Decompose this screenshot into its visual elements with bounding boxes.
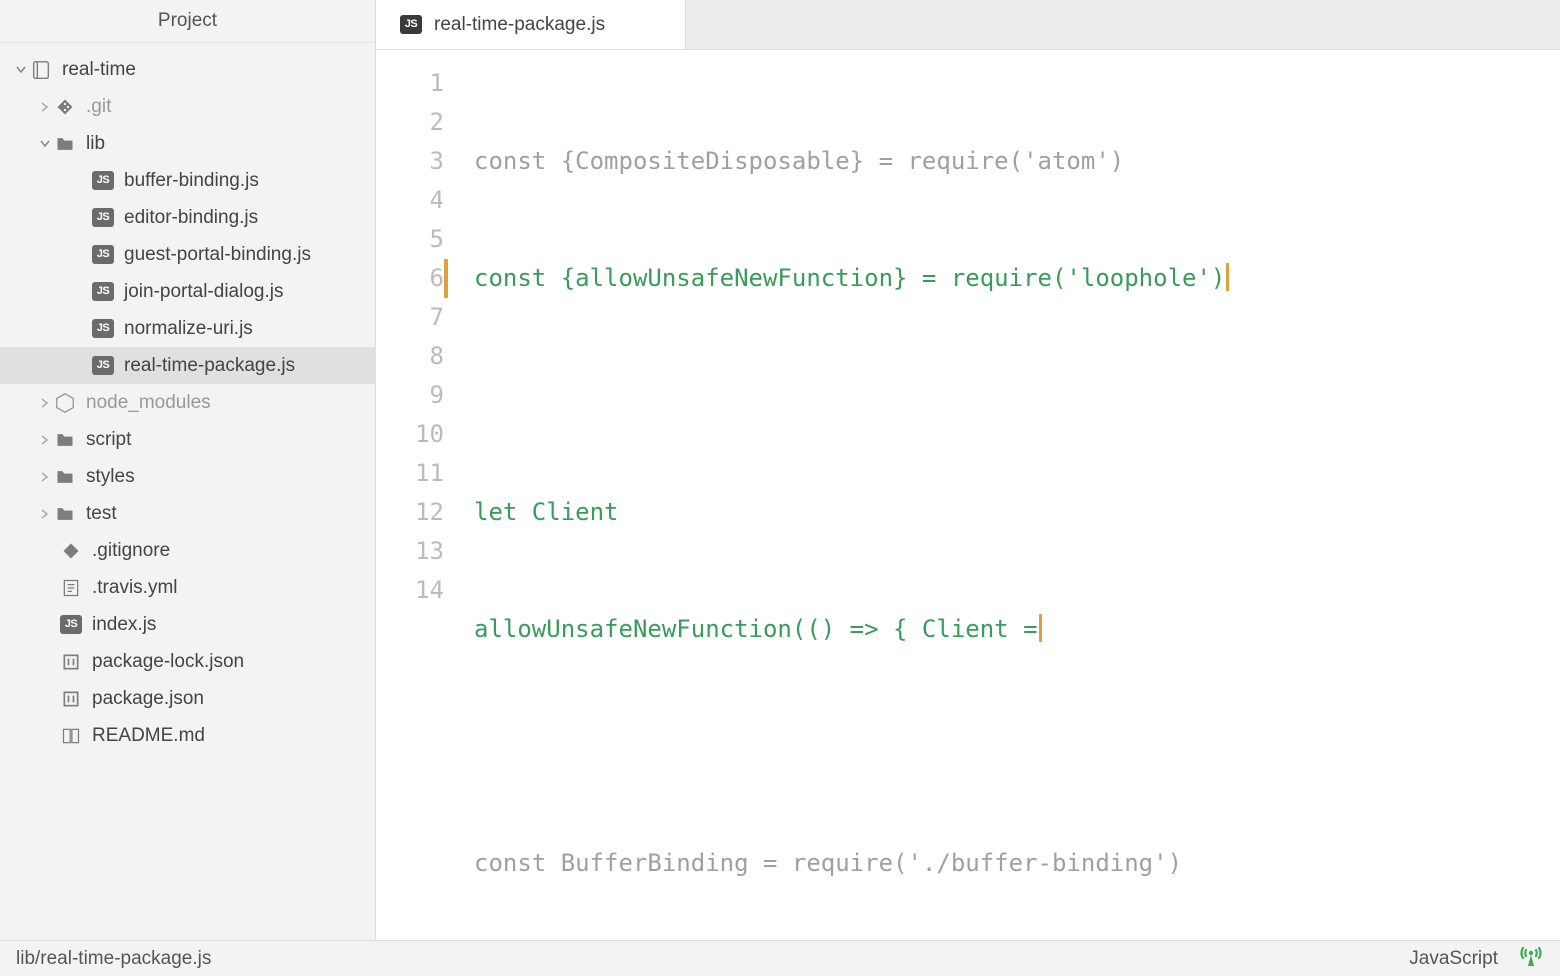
tree-folder-node-modules[interactable]: node_modules — [0, 384, 375, 421]
tree-label: buffer-binding.js — [124, 170, 259, 192]
js-icon: JS — [92, 318, 114, 340]
tree-file[interactable]: JS guest-portal-binding.js — [0, 236, 375, 273]
sidebar-title: Project — [0, 0, 375, 43]
code-line-4: let Client — [474, 498, 619, 526]
tree-file-package-lock[interactable]: package-lock.json — [0, 643, 375, 680]
code-content[interactable]: const {CompositeDisposable} = require('a… — [474, 64, 1560, 940]
chevron-down-icon[interactable] — [36, 139, 54, 149]
tab-bar: JS real-time-package.js — [376, 0, 1560, 50]
tree-file[interactable]: JS buffer-binding.js — [0, 162, 375, 199]
status-language[interactable]: JavaScript — [1409, 948, 1498, 970]
tree-label: index.js — [92, 614, 156, 636]
tree-file-gitignore[interactable]: .gitignore — [0, 532, 375, 569]
chevron-right-icon[interactable] — [36, 102, 54, 112]
js-icon: JS — [92, 207, 114, 229]
code-editor[interactable]: 1 2 3 4 5 6 7 8 9 10 11 12 13 14 const {… — [376, 50, 1560, 940]
tree-label: package.json — [92, 688, 204, 710]
folder-icon — [54, 133, 76, 155]
git-icon — [60, 540, 82, 562]
js-icon: JS — [92, 355, 114, 377]
tree-file[interactable]: JS editor-binding.js — [0, 199, 375, 236]
tree-file[interactable]: JS join-portal-dialog.js — [0, 273, 375, 310]
code-line-7: const BufferBinding = require('./buffer-… — [474, 849, 1182, 877]
teletype-icon[interactable] — [1518, 944, 1544, 974]
tree-folder-test[interactable]: test — [0, 495, 375, 532]
book-icon — [60, 725, 82, 747]
code-line-5: allowUnsafeNewFunction(() => { Client = — [474, 615, 1038, 643]
tree-label: README.md — [92, 725, 205, 747]
code-line-1: const {CompositeDisposable} = require('a… — [474, 147, 1124, 175]
folder-icon — [54, 466, 76, 488]
tree-label: package-lock.json — [92, 651, 244, 673]
chevron-right-icon[interactable] — [36, 472, 54, 482]
chevron-down-icon[interactable] — [12, 65, 30, 75]
js-icon: JS — [92, 281, 114, 303]
tree-label: join-portal-dialog.js — [124, 281, 283, 303]
tree-folder-lib[interactable]: lib — [0, 125, 375, 162]
tree-file-readme[interactable]: README.md — [0, 717, 375, 754]
status-bar: lib/real-time-package.js JavaScript — [0, 940, 1560, 976]
editor-area: JS real-time-package.js 1 2 3 4 5 6 7 8 … — [376, 0, 1560, 940]
js-icon: JS — [92, 244, 114, 266]
tree-label: guest-portal-binding.js — [124, 244, 311, 266]
tree-file-active[interactable]: JS real-time-package.js — [0, 347, 375, 384]
js-icon: JS — [400, 14, 422, 36]
tree-file-package-json[interactable]: package.json — [0, 680, 375, 717]
repo-icon — [30, 59, 52, 81]
tree-label: script — [86, 429, 131, 451]
remote-cursor-orange — [1226, 263, 1229, 291]
tree-label: node_modules — [86, 392, 211, 414]
tree-label: editor-binding.js — [124, 207, 258, 229]
chevron-right-icon[interactable] — [36, 509, 54, 519]
tree-file-travis[interactable]: .travis.yml — [0, 569, 375, 606]
remote-cursor-orange — [1039, 614, 1042, 642]
tree-folder-git[interactable]: .git — [0, 88, 375, 125]
folder-icon — [54, 429, 76, 451]
tree-file-index[interactable]: JS index.js — [0, 606, 375, 643]
js-icon: JS — [92, 170, 114, 192]
line-gutter: 1 2 3 4 5 6 7 8 9 10 11 12 13 14 — [376, 64, 474, 940]
project-sidebar: Project real-time .git — [0, 0, 376, 940]
folder-icon — [54, 503, 76, 525]
chevron-right-icon[interactable] — [36, 435, 54, 445]
tree-file[interactable]: JS normalize-uri.js — [0, 310, 375, 347]
node-icon — [54, 392, 76, 414]
tree-label: real-time-package.js — [124, 355, 295, 377]
tree-label: lib — [86, 133, 105, 155]
json-icon — [60, 688, 82, 710]
tree-label: normalize-uri.js — [124, 318, 253, 340]
tree-label: .gitignore — [92, 540, 170, 562]
code-line-2: const {allowUnsafeNewFunction} = require… — [474, 264, 1225, 292]
tree-folder-script[interactable]: script — [0, 421, 375, 458]
tree-label: .travis.yml — [92, 577, 178, 599]
tab-active[interactable]: JS real-time-package.js — [376, 0, 686, 49]
git-icon — [54, 96, 76, 118]
tree-label: styles — [86, 466, 135, 488]
chevron-right-icon[interactable] — [36, 398, 54, 408]
tree-label: .git — [86, 96, 111, 118]
json-icon — [60, 651, 82, 673]
tree-folder-styles[interactable]: styles — [0, 458, 375, 495]
tree-root-label: real-time — [62, 59, 136, 81]
js-icon: JS — [60, 614, 82, 636]
file-tree: real-time .git lib — [0, 43, 375, 940]
status-path[interactable]: lib/real-time-package.js — [16, 948, 211, 970]
tree-root[interactable]: real-time — [0, 51, 375, 88]
tab-filename: real-time-package.js — [434, 14, 605, 36]
tree-label: test — [86, 503, 117, 525]
text-icon — [60, 577, 82, 599]
